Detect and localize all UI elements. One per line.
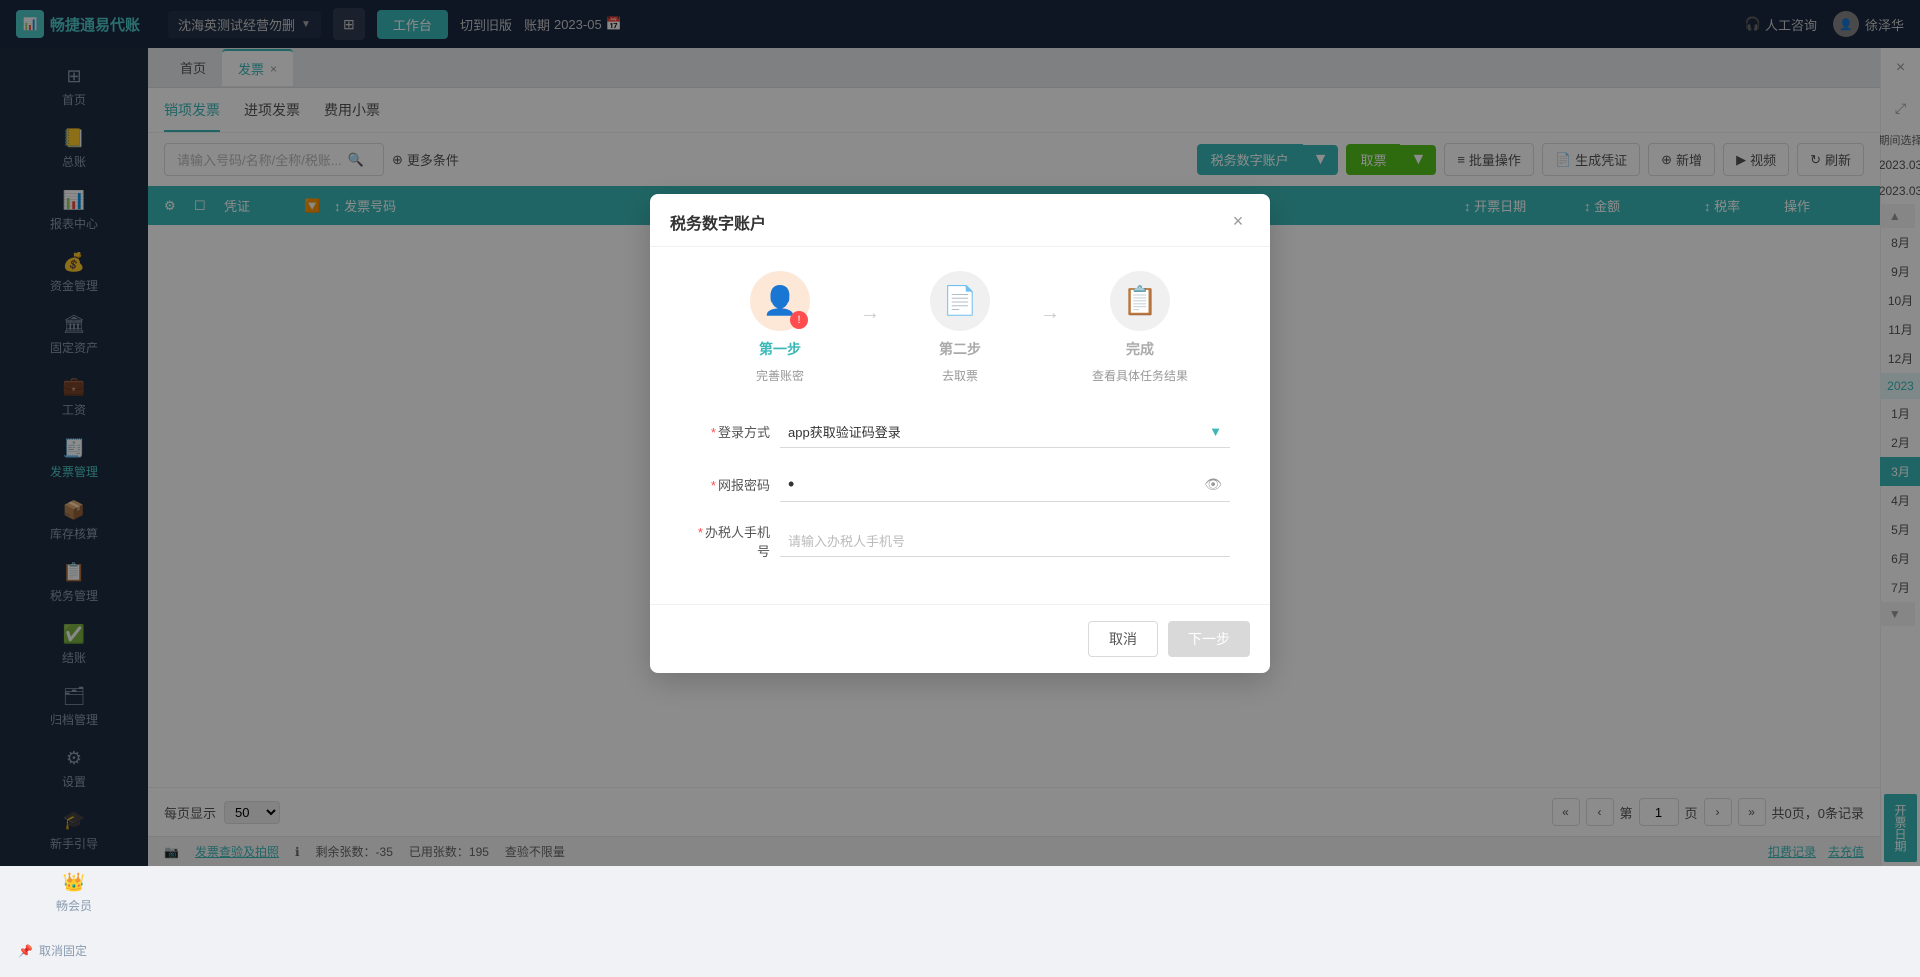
eye-icon[interactable]: 👁 xyxy=(1204,476,1222,493)
step-arrow-1: → xyxy=(840,302,900,353)
dialog-body: 👤 ! 第一步 完善账密 → 📄 第二步 去取票 → xyxy=(650,247,1270,604)
login-method-row: *登录方式 app获取验证码登录 ▼ xyxy=(690,416,1230,448)
phone-required: * xyxy=(698,525,703,540)
unpin-button[interactable]: 📌 取消固定 xyxy=(8,934,140,967)
step-2-title: 第二步 xyxy=(939,339,981,359)
step-arrow-2: → xyxy=(1020,302,1080,353)
step-1-person-icon: 👤 xyxy=(763,284,798,317)
step-1-badge: ! xyxy=(790,311,808,329)
login-method-label: *登录方式 xyxy=(690,422,780,441)
dialog-footer: 取消 下一步 xyxy=(650,604,1270,673)
unpin-label: 取消固定 xyxy=(39,942,87,959)
sidebar-item-member[interactable]: 👑 畅会员 xyxy=(0,862,148,924)
password-input[interactable]: • 👁 xyxy=(780,468,1230,502)
steps-row: 👤 ! 第一步 完善账密 → 📄 第二步 去取票 → xyxy=(690,271,1230,384)
pin-icon: 📌 xyxy=(18,944,33,958)
password-required: * xyxy=(711,478,716,493)
password-row: *网报密码 • 👁 xyxy=(690,468,1230,502)
step-1-desc: 完善账密 xyxy=(756,367,804,384)
dialog-header: 税务数字账户 × xyxy=(650,194,1270,247)
phone-placeholder: 请输入办税人手机号 xyxy=(788,531,905,550)
cancel-button[interactable]: 取消 xyxy=(1088,621,1158,657)
step-3-title: 完成 xyxy=(1126,339,1154,359)
sidebar-label-member: 畅会员 xyxy=(56,897,92,914)
login-method-required: * xyxy=(711,425,716,440)
tax-digital-dialog: 税务数字账户 × 👤 ! 第一步 完善账密 → xyxy=(650,194,1270,673)
step-1: 👤 ! 第一步 完善账密 xyxy=(720,271,840,384)
member-icon: 👑 xyxy=(63,872,85,893)
sidebar-bottom: 📌 取消固定 xyxy=(0,924,148,977)
password-dot: • xyxy=(788,474,794,495)
password-label: *网报密码 xyxy=(690,475,780,494)
next-button[interactable]: 下一步 xyxy=(1168,621,1250,657)
step-1-title: 第一步 xyxy=(759,339,801,359)
step-2-doc-icon: 📄 xyxy=(943,284,978,317)
step-3: 📋 完成 查看具体任务结果 xyxy=(1080,271,1200,384)
dialog-overlay: 税务数字账户 × 👤 ! 第一步 完善账密 → xyxy=(0,0,1920,866)
phone-label: *办税人手机号 xyxy=(690,522,780,560)
step-3-desc: 查看具体任务结果 xyxy=(1092,367,1188,384)
step-3-clipboard-icon: 📋 xyxy=(1123,284,1158,317)
login-method-dropdown-icon: ▼ xyxy=(1209,424,1222,439)
step-2-icon: 📄 xyxy=(930,271,990,331)
login-method-value: app获取验证码登录 xyxy=(788,422,901,441)
step-2: 📄 第二步 去取票 xyxy=(900,271,1020,384)
step-1-icon: 👤 ! xyxy=(750,271,810,331)
step-2-desc: 去取票 xyxy=(942,367,978,384)
step-3-icon: 📋 xyxy=(1110,271,1170,331)
phone-input[interactable]: 请输入办税人手机号 xyxy=(780,525,1230,557)
dialog-close-button[interactable]: × xyxy=(1226,210,1250,234)
dialog-title: 税务数字账户 xyxy=(670,210,766,234)
phone-row: *办税人手机号 请输入办税人手机号 xyxy=(690,522,1230,560)
login-method-select[interactable]: app获取验证码登录 ▼ xyxy=(780,416,1230,448)
